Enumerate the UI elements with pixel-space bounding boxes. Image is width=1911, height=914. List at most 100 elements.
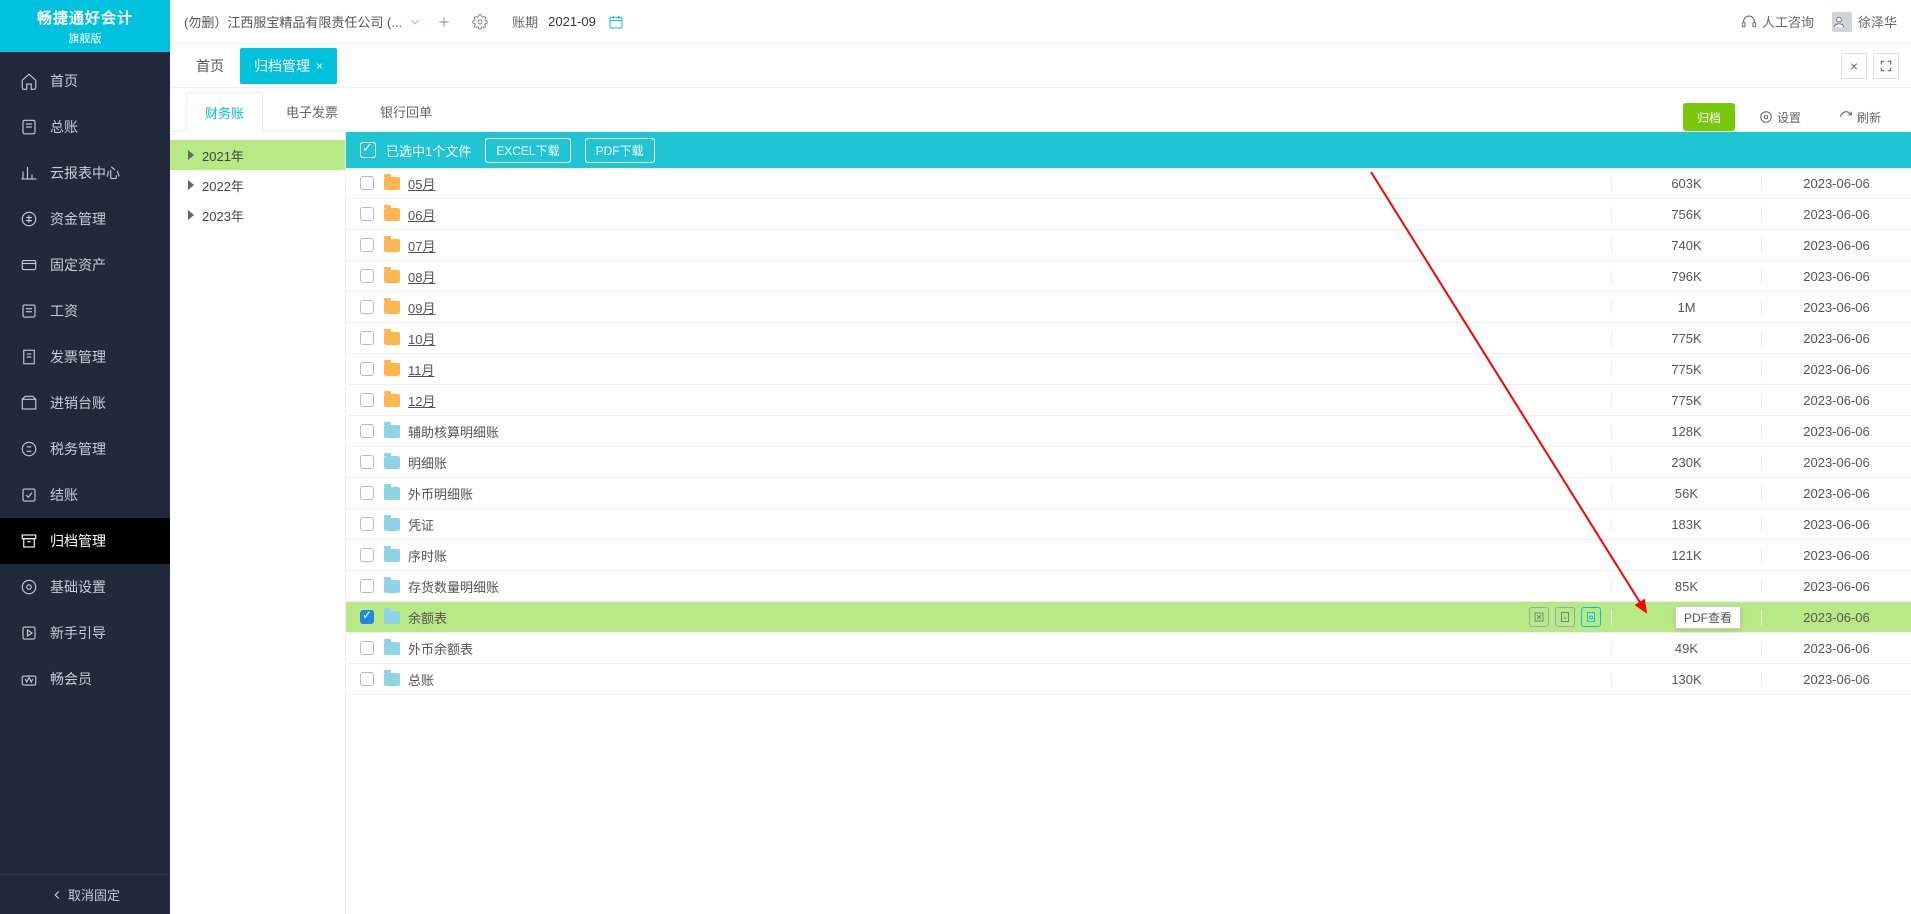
subtab-2[interactable]: 银行回单 [361,91,451,131]
nav-item-guide[interactable]: 新手引导 [0,610,170,656]
tab-close-button[interactable]: × [1841,53,1867,79]
file-row[interactable]: 06月 756K 2023-06-06 [346,199,1911,230]
row-checkbox[interactable] [360,517,374,531]
nav-item-invoice[interactable]: 发票管理 [0,334,170,380]
file-row[interactable]: 05月 603K 2023-06-06 [346,168,1911,199]
tab-0[interactable]: 首页 [182,48,238,84]
nav-item-money[interactable]: 资金管理 [0,196,170,242]
pdf-export-icon[interactable] [1555,607,1575,627]
tree-item-0[interactable]: 2021年 [170,140,345,170]
row-checkbox[interactable] [360,300,374,314]
subtab-1[interactable]: 电子发票 [267,91,357,131]
period-value[interactable]: 2021-09 [548,14,596,29]
refresh-button[interactable]: 刷新 [1825,103,1895,131]
file-name[interactable]: 08月 [408,267,435,286]
row-checkbox[interactable] [360,393,374,407]
excel-view-icon[interactable] [1529,607,1549,627]
row-checkbox[interactable] [360,548,374,562]
settings-button[interactable]: 设置 [1745,103,1815,131]
user-menu[interactable]: 徐泽华 [1832,12,1897,32]
nav-item-ledger[interactable]: 总账 [0,104,170,150]
file-name[interactable]: 09月 [408,298,435,317]
file-name[interactable]: 总账 [408,670,434,689]
file-row[interactable]: 外币明细账 56K 2023-06-06 [346,478,1911,509]
file-row[interactable]: 余额表 PDF查看 3K 2023-06-06 [346,602,1911,633]
nav-item-chart[interactable]: 云报表中心 [0,150,170,196]
file-row[interactable]: 总账 130K 2023-06-06 [346,664,1911,695]
row-checkbox[interactable] [360,424,374,438]
row-checkbox[interactable] [360,486,374,500]
file-name[interactable]: 序时账 [408,546,447,565]
file-row[interactable]: 辅助核算明细账 128K 2023-06-06 [346,416,1911,447]
invoice-icon [20,348,38,366]
select-all-checkbox[interactable] [360,142,376,158]
tab-1[interactable]: 归档管理× [240,48,337,84]
file-row[interactable]: 外币余额表 49K 2023-06-06 [346,633,1911,664]
nav-item-gear[interactable]: 基础设置 [0,564,170,610]
nav-item-vip[interactable]: 畅会员 [0,656,170,702]
row-checkbox[interactable] [360,610,374,624]
file-row[interactable]: 07月 740K 2023-06-06 [346,230,1911,261]
year-tree: 2021年2022年2023年 [170,132,346,914]
nav-item-asset[interactable]: 固定资产 [0,242,170,288]
row-checkbox[interactable] [360,176,374,190]
file-name[interactable]: 余额表 [408,608,447,627]
row-checkbox[interactable] [360,641,374,655]
row-checkbox[interactable] [360,455,374,469]
file-name[interactable]: 10月 [408,329,435,348]
file-size: 775K [1611,393,1761,408]
file-row[interactable]: 09月 1M 2023-06-06 [346,292,1911,323]
nav-item-tax[interactable]: 税务管理 [0,426,170,472]
company-selector[interactable]: (勿删）江西服宝精品有限责任公司 (... [184,12,422,31]
nav-item-home[interactable]: 首页 [0,58,170,104]
row-checkbox[interactable] [360,207,374,221]
file-name[interactable]: 外币明细账 [408,484,473,503]
row-checkbox[interactable] [360,331,374,345]
close-icon[interactable]: × [316,59,323,73]
file-name[interactable]: 凭证 [408,515,434,534]
file-row[interactable]: 08月 796K 2023-06-06 [346,261,1911,292]
file-name[interactable]: 明细账 [408,453,447,472]
row-checkbox[interactable] [360,269,374,283]
chevron-down-icon [408,15,422,29]
file-row[interactable]: 凭证 183K 2023-06-06 [346,509,1911,540]
nav-item-stock[interactable]: 进销台账 [0,380,170,426]
tree-item-1[interactable]: 2022年 [170,170,345,200]
file-name[interactable]: 07月 [408,236,435,255]
excel-download-button[interactable]: EXCEL下载 [485,138,570,163]
file-name[interactable]: 辅助核算明细账 [408,422,499,441]
file-row[interactable]: 明细账 230K 2023-06-06 [346,447,1911,478]
file-row[interactable]: 11月 775K 2023-06-06 [346,354,1911,385]
archive-button[interactable]: 归档 [1683,103,1735,131]
gear-icon[interactable] [466,8,494,36]
consult-button[interactable]: 人工咨询 [1741,12,1814,31]
row-checkbox[interactable] [360,579,374,593]
add-icon[interactable] [430,8,458,36]
row-checkbox[interactable] [360,238,374,252]
file-name[interactable]: 存货数量明细账 [408,577,499,596]
vip-icon [20,670,38,688]
file-row[interactable]: 12月 775K 2023-06-06 [346,385,1911,416]
nav-item-salary[interactable]: 工资 [0,288,170,334]
sidebar: 畅捷通好会计 旗舰版 首页总账云报表中心资金管理固定资产工资发票管理进销台账税务… [0,0,170,914]
row-checkbox[interactable] [360,362,374,376]
sidebar-unpin[interactable]: 取消固定 [0,874,170,914]
file-row[interactable]: 10月 775K 2023-06-06 [346,323,1911,354]
file-name[interactable]: 11月 [408,360,435,379]
pdf-download-button[interactable]: PDF下载 [585,138,655,163]
file-name[interactable]: 06月 [408,205,435,224]
file-name[interactable]: 外币余额表 [408,639,473,658]
pdf-view-icon[interactable] [1581,607,1601,627]
chart-icon [20,164,38,182]
row-checkbox[interactable] [360,672,374,686]
file-name[interactable]: 12月 [408,391,435,410]
nav-item-close[interactable]: 结账 [0,472,170,518]
file-name[interactable]: 05月 [408,174,435,193]
tree-item-2[interactable]: 2023年 [170,200,345,230]
nav-item-archive[interactable]: 归档管理 [0,518,170,564]
file-row[interactable]: 存货数量明细账 85K 2023-06-06 [346,571,1911,602]
calendar-icon[interactable] [602,8,630,36]
fullscreen-button[interactable] [1873,53,1899,79]
file-row[interactable]: 序时账 121K 2023-06-06 [346,540,1911,571]
subtab-0[interactable]: 财务账 [186,92,263,132]
